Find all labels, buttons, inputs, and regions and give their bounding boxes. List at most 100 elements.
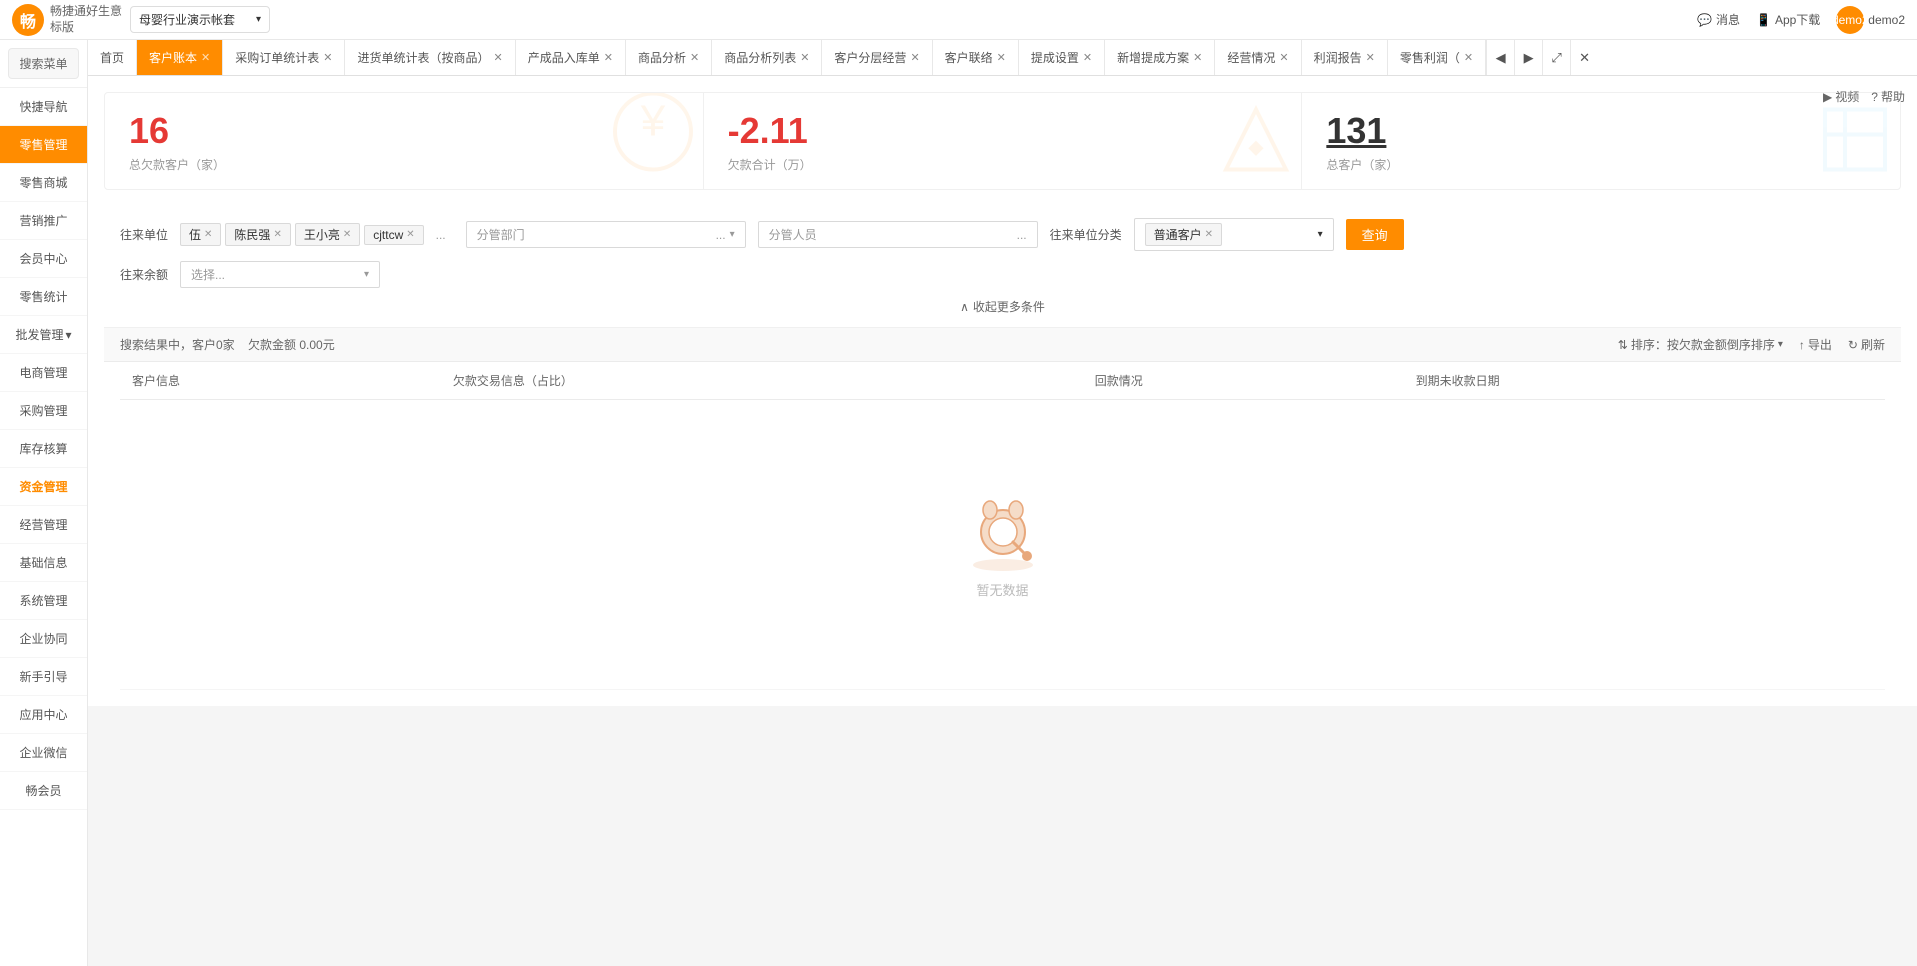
close-icon[interactable]: ✕ — [494, 51, 503, 64]
tag-close-icon[interactable]: ✕ — [343, 229, 351, 240]
tab-close-all-icon[interactable]: ✕ — [1570, 40, 1598, 76]
page-content: ▶ 视频 ? 帮助 ¥ 16 总欠 — [88, 76, 1917, 966]
close-icon[interactable]: ✕ — [1083, 51, 1092, 64]
unit-filter-label: 往来单位 — [120, 226, 168, 243]
stat-total-credit-customers: ¥ 16 总欠款客户（家） — [105, 93, 704, 189]
close-icon[interactable]: ✕ — [1366, 51, 1375, 64]
tab-customer-segment[interactable]: 客户分层经营 ✕ — [822, 40, 932, 76]
avatar: demo2 — [1836, 6, 1864, 34]
sidebar-item-retail-shop[interactable]: 零售商城 — [0, 164, 87, 202]
sidebar: 搜索菜单 快捷导航 零售管理 零售商城 营销推广 会员中心 零售统计 批发管理 … — [0, 40, 88, 966]
close-icon[interactable]: ✕ — [201, 51, 210, 64]
more-tags-button[interactable]: ... — [428, 226, 454, 244]
sidebar-item-system[interactable]: 系统管理 — [0, 582, 87, 620]
logo-icon: 畅 — [12, 4, 44, 36]
export-button[interactable]: ↑ 导出 — [1799, 336, 1832, 353]
store-selector[interactable]: 母婴行业演示帐套 ▾ — [130, 6, 270, 33]
person-filter-select[interactable]: 分管人员 ... — [758, 221, 1038, 248]
close-icon[interactable]: ✕ — [800, 51, 809, 64]
tab-goods-analysis-list[interactable]: 商品分析列表 ✕ — [712, 40, 822, 76]
top-bar-left: 畅 畅捷通好生意 标版 母婴行业演示帐套 ▾ — [12, 4, 270, 36]
tag-close-icon[interactable]: ✕ — [273, 229, 281, 240]
refresh-button[interactable]: ↻ 刷新 — [1848, 336, 1885, 353]
top-bar: 畅 畅捷通好生意 标版 母婴行业演示帐套 ▾ 💬 消息 📱 App下载 demo… — [0, 0, 1917, 40]
tab-stock-stats[interactable]: 进货单统计表（按商品） ✕ — [345, 40, 515, 76]
table-wrapper: 客户信息 欠款交易信息（占比） 回款情况 到期未收款日期 — [104, 362, 1901, 690]
tab-customer-contact[interactable]: 客户联络 ✕ — [933, 40, 1019, 76]
refresh-icon: ↻ — [1848, 338, 1858, 352]
chevron-down-icon: ▾ — [730, 229, 735, 240]
result-bar-right: ⇅ 排序：按欠款金额倒序排序 ▾ ↑ 导出 ↻ 刷新 — [1618, 336, 1885, 353]
tab-commission-settings[interactable]: 提成设置 ✕ — [1019, 40, 1105, 76]
tab-expand-icon[interactable]: ⤢ — [1542, 40, 1570, 76]
close-icon[interactable]: ✕ — [604, 51, 613, 64]
tag-close-icon[interactable]: ✕ — [406, 229, 414, 240]
sidebar-item-wholesale[interactable]: 批发管理 ▾ — [0, 316, 87, 354]
tab-scroll-right[interactable]: ▶ — [1514, 40, 1542, 76]
sidebar-item-purchase[interactable]: 采购管理 — [0, 392, 87, 430]
balance-filter-label: 往来余额 — [120, 266, 168, 283]
close-icon[interactable]: ✕ — [1193, 51, 1202, 64]
sidebar-item-retail[interactable]: 零售管理 — [0, 126, 87, 164]
sidebar-item-member-plus[interactable]: 畅会员 — [0, 772, 87, 810]
message-button[interactable]: 💬 消息 — [1697, 11, 1740, 28]
filter-tag-unit1: 伍 ✕ — [180, 223, 221, 246]
tab-bar: 首页 客户账本 ✕ 采购订单统计表 ✕ 进货单统计表（按商品） ✕ 产成品入库单… — [88, 40, 1917, 76]
sidebar-item-app-center[interactable]: 应用中心 — [0, 696, 87, 734]
collapse-filter-button[interactable]: ∧ 收起更多条件 — [120, 298, 1885, 315]
sidebar-item-inventory[interactable]: 库存核算 — [0, 430, 87, 468]
sidebar-item-marketing[interactable]: 营销推广 — [0, 202, 87, 240]
sidebar-item-quick-nav[interactable]: 快捷导航 — [0, 88, 87, 126]
app-download-button[interactable]: 📱 App下载 — [1756, 11, 1820, 28]
tab-scroll-left[interactable]: ◀ — [1486, 40, 1514, 76]
tab-purchase-orders[interactable]: 采购订单统计表 ✕ — [223, 40, 345, 76]
tab-retail-profit[interactable]: 零售利润（ ✕ — [1388, 40, 1486, 76]
tag-close-icon[interactable]: ✕ — [1205, 229, 1213, 240]
total-customers-number[interactable]: 131 — [1326, 109, 1386, 152]
credit-amount-label: 欠款合计（万） — [728, 156, 812, 173]
chevron-down-icon: ▾ — [256, 14, 261, 25]
tab-production[interactable]: 产成品入库单 ✕ — [516, 40, 626, 76]
table-header-row: 客户信息 欠款交易信息（占比） 回款情况 到期未收款日期 — [120, 362, 1885, 400]
user-avatar[interactable]: demo2 demo2 — [1836, 6, 1905, 34]
close-icon[interactable]: ✕ — [1279, 51, 1288, 64]
top-bar-right: 💬 消息 📱 App下载 demo2 demo2 — [1697, 6, 1905, 34]
close-icon[interactable]: ✕ — [910, 51, 919, 64]
sort-select[interactable]: ⇅ 排序：按欠款金额倒序排序 ▾ — [1618, 336, 1783, 353]
tab-home[interactable]: 首页 — [88, 40, 137, 76]
svg-text:¥: ¥ — [639, 97, 665, 146]
tab-business-status[interactable]: 经营情况 ✕ — [1215, 40, 1301, 76]
query-button[interactable]: 查询 — [1346, 219, 1404, 250]
sidebar-item-enterprise-collab[interactable]: 企业协同 — [0, 620, 87, 658]
close-icon[interactable]: ✕ — [323, 51, 332, 64]
empty-state: 暂无数据 — [132, 410, 1873, 679]
stat-total-customers: 131 总客户（家） — [1302, 93, 1900, 189]
sidebar-item-ecommerce[interactable]: 电商管理 — [0, 354, 87, 392]
tab-new-commission[interactable]: 新增提成方案 ✕ — [1105, 40, 1215, 76]
sidebar-item-new-guide[interactable]: 新手引导 — [0, 658, 87, 696]
sidebar-item-finance[interactable]: 资金管理 — [0, 468, 87, 506]
dept-dots-icon[interactable]: ... — [716, 228, 726, 242]
sidebar-item-member[interactable]: 会员中心 — [0, 240, 87, 278]
search-menu-button[interactable]: 搜索菜单 — [8, 48, 79, 79]
download-icon: 📱 — [1756, 13, 1771, 27]
tab-goods-analysis[interactable]: 商品分析 ✕ — [626, 40, 712, 76]
close-icon[interactable]: ✕ — [690, 51, 699, 64]
person-dots-icon[interactable]: ... — [1017, 228, 1027, 242]
sidebar-item-retail-stats[interactable]: 零售统计 — [0, 278, 87, 316]
tab-customers[interactable]: 客户账本 ✕ — [137, 40, 223, 76]
yuan-bg-icon: ¥ — [613, 92, 693, 190]
tag-close-icon[interactable]: ✕ — [204, 229, 212, 240]
close-icon[interactable]: ✕ — [997, 51, 1006, 64]
unit-type-select[interactable]: 普通客户 ✕ ▾ — [1134, 218, 1334, 251]
tab-profit-report[interactable]: 利润报告 ✕ — [1302, 40, 1388, 76]
sidebar-item-basic-info[interactable]: 基础信息 — [0, 544, 87, 582]
balance-filter-select[interactable]: 选择... ▾ — [180, 261, 380, 288]
dept-filter-select[interactable]: 分管部门 ... ▾ — [466, 221, 746, 248]
filter-tag-unit2: 陈民强 ✕ — [225, 223, 290, 246]
close-icon[interactable]: ✕ — [1464, 51, 1473, 64]
sidebar-item-operations[interactable]: 经营管理 — [0, 506, 87, 544]
credit-customers-label: 总欠款客户（家） — [129, 156, 225, 173]
filter-tag-unit3: 王小亮 ✕ — [295, 223, 360, 246]
sidebar-item-enterprise-wechat[interactable]: 企业微信 — [0, 734, 87, 772]
